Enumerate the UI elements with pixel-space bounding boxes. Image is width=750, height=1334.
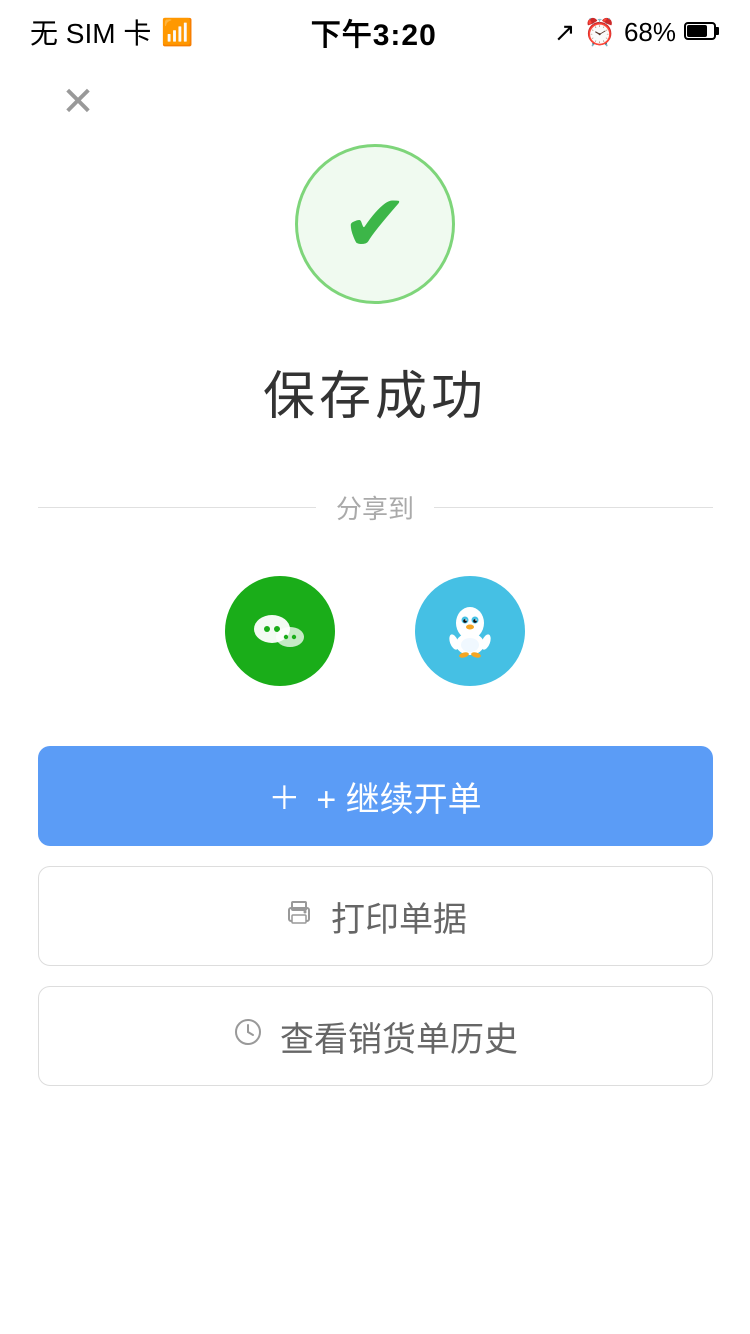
divider-right	[434, 507, 713, 508]
wifi-icon: 📶	[161, 17, 193, 48]
wechat-share-button[interactable]	[225, 576, 335, 686]
wechat-icon	[248, 599, 312, 663]
no-sim-text: 无 SIM 卡	[30, 12, 151, 52]
status-bar: 无 SIM 卡 📶 下午3:20 ↗ ⏰ 68%	[0, 0, 750, 64]
history-label: 查看销货单历史	[280, 1012, 518, 1061]
print-button[interactable]: 打印单据	[38, 866, 713, 966]
success-circle: ✔	[295, 144, 455, 304]
print-icon	[283, 896, 315, 936]
share-label: 分享到	[336, 489, 414, 526]
battery-percent: 68%	[624, 17, 676, 48]
buttons-section: ＋ + 继续开单 打印单据 查看销货单历	[38, 746, 713, 1086]
continue-label: + 继续开单	[316, 772, 481, 821]
status-left: 无 SIM 卡 📶	[30, 12, 194, 52]
history-icon	[232, 1016, 264, 1056]
share-divider: 分享到	[38, 489, 713, 526]
success-title: 保存成功	[263, 354, 487, 429]
status-time: 下午3:20	[311, 10, 437, 54]
qq-icon	[438, 599, 502, 663]
checkmark-icon: ✔	[341, 184, 408, 264]
plus-icon: ＋	[268, 773, 300, 819]
status-right: ↗ ⏰ 68%	[554, 17, 720, 48]
print-label: 打印单据	[331, 892, 467, 941]
continue-button[interactable]: ＋ + 继续开单	[38, 746, 713, 846]
divider-left	[38, 507, 317, 508]
alarm-icon: ⏰	[584, 17, 616, 48]
location-icon: ↗	[554, 17, 576, 48]
history-button[interactable]: 查看销货单历史	[38, 986, 713, 1086]
main-content: ✔ 保存成功 分享到	[0, 64, 750, 1086]
share-section: 分享到	[0, 489, 750, 686]
close-button[interactable]: ✕	[50, 74, 106, 130]
qq-share-button[interactable]	[415, 576, 525, 686]
battery-icon	[684, 17, 720, 48]
close-icon: ✕	[61, 82, 95, 122]
share-icons	[225, 576, 525, 686]
